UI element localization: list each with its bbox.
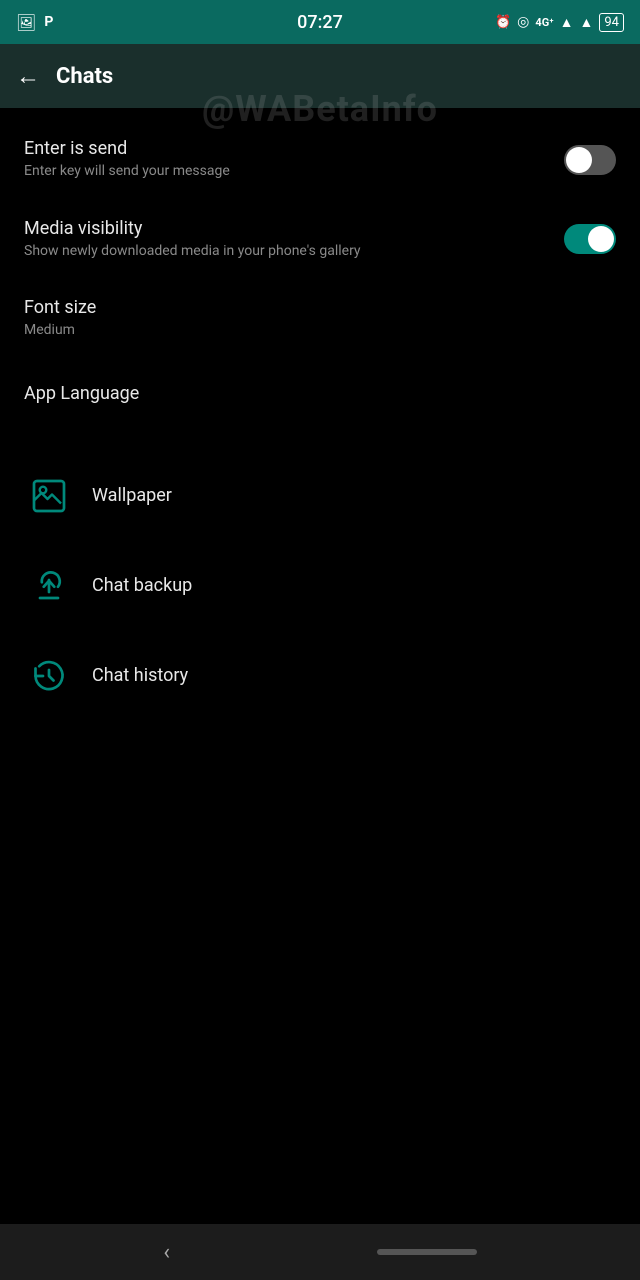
font-size-title: Font size — [24, 297, 616, 318]
page-title: Chats — [56, 64, 113, 89]
media-visibility-toggle[interactable] — [564, 224, 616, 254]
media-visibility-subtitle: Show newly downloaded media in your phon… — [24, 242, 564, 262]
media-visibility-text: Media visibility Show newly downloaded m… — [24, 218, 564, 262]
enter-is-send-toggle[interactable] — [564, 145, 616, 175]
toggle-knob — [566, 147, 592, 173]
settings-item-font-size[interactable]: Font size Medium — [0, 279, 640, 359]
settings-item-wallpaper[interactable]: Wallpaper — [0, 451, 640, 541]
chat-history-title: Chat history — [92, 665, 188, 686]
status-bar: 🖼 P 07:27 ⏰ ◎ 4G⁺ ▲ ▲ 94 — [0, 0, 640, 44]
status-bar-left: 🖼 P — [16, 13, 53, 32]
signal-icon: ▲ — [560, 14, 574, 31]
toggle-knob-2 — [588, 226, 614, 252]
backup-icon — [31, 568, 67, 604]
nav-pill — [377, 1249, 477, 1255]
alarm-icon: ⏰ — [495, 15, 511, 30]
gallery-icon: 🖼 — [16, 13, 36, 32]
section-divider — [0, 431, 640, 451]
toolbar: ← Chats — [0, 44, 640, 108]
settings-list: Enter is send Enter key will send your m… — [0, 108, 640, 733]
enter-is-send-text: Enter is send Enter key will send your m… — [24, 138, 564, 182]
wallpaper-icon — [31, 478, 67, 514]
enter-is-send-subtitle: Enter key will send your message — [24, 162, 564, 182]
back-button[interactable]: ← — [16, 62, 40, 91]
wallpaper-icon-container — [24, 471, 74, 521]
nav-bar: ‹ — [0, 1224, 640, 1280]
nav-back-button[interactable]: ‹ — [163, 1240, 170, 1265]
backup-icon-container — [24, 561, 74, 611]
chat-backup-title: Chat backup — [92, 575, 192, 596]
status-time: 07:27 — [297, 12, 343, 33]
app-language-title: App Language — [24, 383, 616, 404]
wallpaper-title: Wallpaper — [92, 485, 172, 506]
history-icon — [31, 658, 67, 694]
settings-item-app-language[interactable]: App Language — [0, 359, 640, 431]
settings-item-media-visibility[interactable]: Media visibility Show newly downloaded m… — [0, 200, 640, 280]
font-size-text: Font size Medium — [24, 297, 616, 341]
battery-indicator: 94 — [599, 13, 624, 32]
app-language-text: App Language — [24, 383, 616, 407]
status-bar-right: ⏰ ◎ 4G⁺ ▲ ▲ 94 — [495, 13, 624, 32]
settings-item-chat-history[interactable]: Chat history — [0, 631, 640, 721]
signal2-icon: ▲ — [580, 14, 594, 31]
font-size-subtitle: Medium — [24, 321, 616, 341]
wifi-icon: ◎ — [517, 14, 529, 30]
settings-item-enter-is-send[interactable]: Enter is send Enter key will send your m… — [0, 120, 640, 200]
history-icon-container — [24, 651, 74, 701]
enter-is-send-title: Enter is send — [24, 138, 564, 159]
settings-item-chat-backup[interactable]: Chat backup — [0, 541, 640, 631]
network-icon: 4G⁺ — [535, 16, 553, 29]
p-icon: P — [44, 14, 53, 30]
media-visibility-title: Media visibility — [24, 218, 564, 239]
